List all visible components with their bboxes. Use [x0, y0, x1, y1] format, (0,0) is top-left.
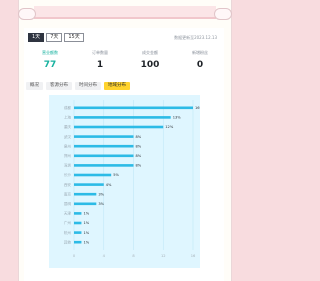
- stat-fans-label: 新增粉丝: [192, 50, 208, 55]
- stat-fans: 新增粉丝 0: [176, 50, 224, 70]
- value-label: 12%: [165, 125, 174, 129]
- bar: [74, 183, 104, 186]
- bar: [74, 106, 193, 110]
- time-range-tabs: 1天 7天 15天: [28, 33, 84, 42]
- tab-overview[interactable]: 概况: [26, 82, 43, 90]
- x-tick-label: 16: [191, 254, 196, 258]
- bar: [74, 116, 171, 119]
- bar: [74, 221, 82, 225]
- bar: [74, 231, 82, 234]
- stat-orders-label: 订单数量: [92, 50, 108, 55]
- stat-revenue-label: 营业额数: [42, 50, 58, 55]
- stat-revenue: 营业额数 77: [26, 50, 74, 70]
- category-label: 重庆: [64, 124, 72, 129]
- stat-revenue-value: 77: [43, 60, 57, 70]
- bar: [74, 173, 112, 177]
- analysis-tabs: 概况 客源分布 时间分布 地域分布: [26, 82, 130, 90]
- value-label: 1%: [83, 231, 89, 235]
- cloud-decoration-right: [214, 8, 232, 20]
- value-label: 13%: [173, 116, 182, 120]
- category-label: 成都: [64, 105, 72, 110]
- cloud-decoration-left: [18, 8, 36, 20]
- category-label: 天津: [64, 211, 72, 216]
- category-label: 武汉: [64, 134, 72, 139]
- value-label: 5%: [113, 173, 119, 177]
- region-bar-chart: 0 4 8 12 16 成都 16% 上海 13% 重庆 12% 武汉 8% 泉州 8% 郑州 8% 深圳 8% 长沙…: [64, 100, 200, 258]
- range-tab-1day[interactable]: 1天: [28, 33, 45, 42]
- tab-customer-source[interactable]: 客源分布: [46, 82, 72, 90]
- category-label: 上海: [64, 115, 72, 120]
- category-label: 深圳: [64, 163, 72, 168]
- range-tab-7days[interactable]: 7天: [46, 33, 63, 42]
- x-tick-label: 4: [103, 254, 106, 258]
- category-label: 郑州: [64, 153, 72, 158]
- category-label: 西安: [64, 182, 72, 187]
- category-label: 其他: [64, 239, 72, 244]
- x-tick-label: 0: [73, 254, 76, 258]
- bar: [74, 125, 164, 129]
- tab-region-distribution[interactable]: 地域分布: [104, 82, 130, 90]
- value-label: 8%: [136, 135, 142, 139]
- category-label: 昆明: [64, 201, 72, 206]
- value-label: 4%: [106, 183, 112, 187]
- stat-orders: 订单数量 1: [76, 50, 124, 70]
- value-label: 8%: [136, 164, 142, 168]
- value-label: 3%: [98, 192, 104, 196]
- bar: [74, 144, 134, 148]
- x-tick-label: 12: [161, 254, 166, 258]
- stat-amount-value: 100: [140, 60, 160, 70]
- category-label: 泉州: [64, 143, 72, 148]
- bar: [74, 212, 82, 215]
- bar: [74, 202, 97, 206]
- tab-time-distribution[interactable]: 时间分布: [75, 82, 101, 90]
- value-label: 16%: [195, 106, 200, 110]
- stat-fans-value: 0: [196, 60, 204, 70]
- value-label: 8%: [136, 154, 142, 158]
- x-tick-label: 8: [132, 254, 135, 258]
- bar: [74, 164, 134, 167]
- bar: [74, 240, 82, 244]
- value-label: 1%: [83, 212, 89, 216]
- value-label: 8%: [136, 144, 142, 148]
- bar: [74, 135, 134, 138]
- stat-amount: 成交金额 100: [126, 50, 174, 70]
- updated-time: 数据更新至2023.12.13: [174, 35, 217, 40]
- range-tab-15days[interactable]: 15天: [64, 33, 84, 42]
- bar: [74, 192, 97, 196]
- value-label: 3%: [98, 202, 104, 206]
- value-label: 1%: [83, 221, 89, 225]
- category-label: 南京: [64, 191, 72, 196]
- category-label: 长沙: [64, 172, 72, 177]
- category-label: 广州: [64, 220, 72, 225]
- stat-amount-label: 成交金额: [142, 50, 158, 55]
- category-label: 杭州: [64, 230, 72, 235]
- value-label: 1%: [83, 240, 89, 244]
- stat-orders-value: 1: [96, 60, 104, 70]
- frame-top-decoration: [34, 6, 216, 19]
- bar: [74, 154, 134, 158]
